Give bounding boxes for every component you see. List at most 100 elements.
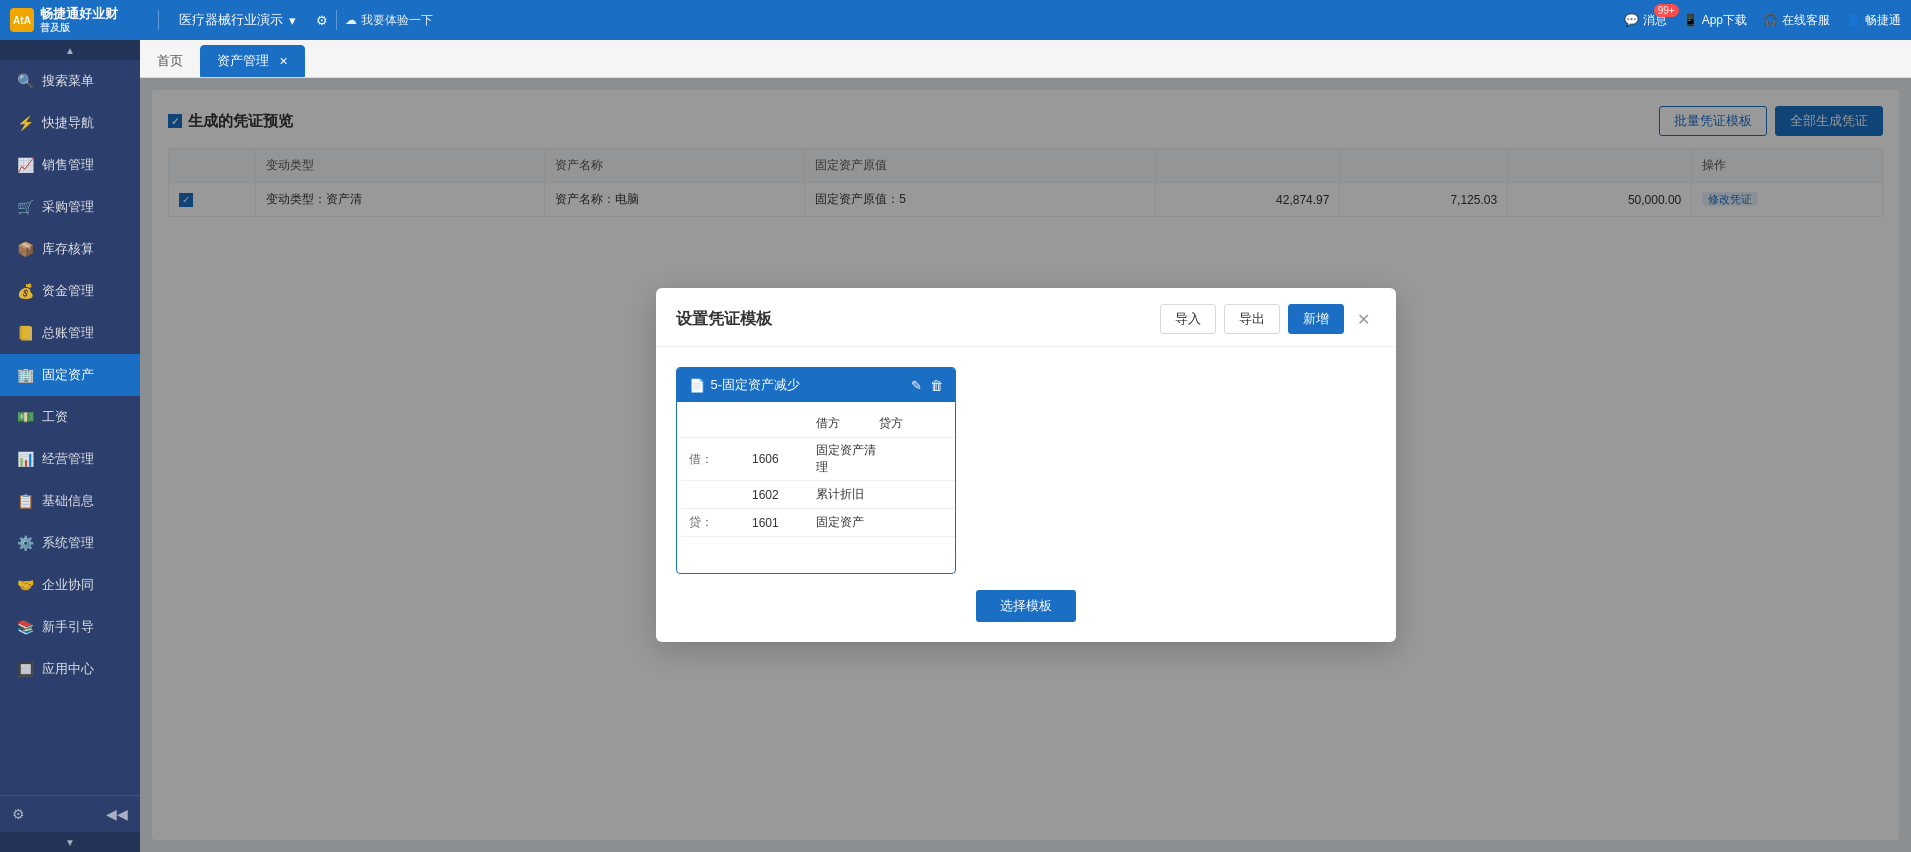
user-btn[interactable]: 👤 畅捷通	[1846, 12, 1901, 29]
online-service-btn[interactable]: 🎧 在线客服	[1763, 12, 1830, 29]
sidebar-scroll-down[interactable]: ▼	[0, 832, 140, 852]
sidebar-label-guide: 新手引导	[42, 618, 94, 636]
sidebar-item-sales[interactable]: 📈 销售管理	[0, 144, 140, 186]
modal-header-actions: 导入 导出 新增 ✕	[1160, 304, 1376, 334]
template-card: 📄 5-固定资产减少 ✎ 🗑	[676, 367, 956, 574]
template-entry-2: 1602 累计折旧	[677, 481, 955, 509]
sidebar-item-guide[interactable]: 📚 新手引导	[0, 606, 140, 648]
topbar-divider	[158, 10, 159, 30]
app-download-btn[interactable]: 📱 App下载	[1683, 12, 1747, 29]
modal-overlay: 设置凭证模板 导入 导出 新增 ✕ 📄	[140, 78, 1911, 852]
export-btn[interactable]: 导出	[1224, 304, 1280, 334]
template-entry-4	[677, 537, 955, 565]
template-select-wrap: 选择模板	[676, 590, 1376, 622]
sidebar-label-basic: 基础信息	[42, 492, 94, 510]
sidebar-label-search: 搜索菜单	[42, 72, 94, 90]
sidebar-item-search[interactable]: 🔍 搜索菜单	[0, 60, 140, 102]
template-id-name: 5-固定资产减少	[711, 376, 801, 394]
settings-bottom-icon[interactable]: ⚙	[12, 806, 25, 822]
modal-header: 设置凭证模板 导入 导出 新增 ✕	[656, 288, 1396, 347]
template-card-actions: ✎ 🗑	[911, 378, 943, 393]
sidebar-icon-apps: 🔲	[16, 660, 34, 678]
tab-assets[interactable]: 资产管理✕	[200, 45, 305, 77]
sidebar-icon-payroll: 💵	[16, 408, 34, 426]
sidebar-icon-basic: 📋	[16, 492, 34, 510]
logo-sub: 普及版	[40, 22, 118, 34]
page-content: ✓ 生成的凭证预览 批量凭证模板 全部生成凭证 变动类型 资产名称	[140, 78, 1911, 852]
sidebar-item-purchase[interactable]: 🛒 采购管理	[0, 186, 140, 228]
sidebar-item-quicknav[interactable]: ⚡ 快捷导航	[0, 102, 140, 144]
messages-btn[interactable]: 💬 消息 99+	[1624, 12, 1667, 29]
template-edit-icon[interactable]: ✎	[911, 378, 922, 393]
sidebar-icon-search: 🔍	[16, 72, 34, 90]
sidebar-item-inventory[interactable]: 📦 库存核算	[0, 228, 140, 270]
template-delete-icon[interactable]: 🗑	[930, 378, 943, 393]
template-card-header: 📄 5-固定资产减少 ✎ 🗑	[677, 368, 955, 402]
tab-label-home: 首页	[157, 52, 183, 70]
sidebar-item-payroll[interactable]: 💵 工资	[0, 396, 140, 438]
main-layout: ▲ 🔍 搜索菜单 ⚡ 快捷导航 📈 销售管理 🛒 采购管理 📦 库存核算 💰 资…	[0, 40, 1911, 852]
sidebar-label-ledger: 总账管理	[42, 324, 94, 342]
sidebar-icon-fixed: 🏢	[16, 366, 34, 384]
dropdown-icon: ▾	[289, 13, 296, 28]
topbar: AtA 畅捷通好业财 普及版 医疗器械行业演示 ▾ ⚙ ☁ 我要体验一下 💬 消…	[0, 0, 1911, 40]
sidebar-item-apps[interactable]: 🔲 应用中心	[0, 648, 140, 690]
sidebar-label-sales: 销售管理	[42, 156, 94, 174]
sidebar-label-apps: 应用中心	[42, 660, 94, 678]
sidebar-label-fixed: 固定资产	[42, 366, 94, 384]
sidebar-item-funds[interactable]: 💰 资金管理	[0, 270, 140, 312]
experience-btn[interactable]: ☁ 我要体验一下	[345, 12, 433, 29]
template-entry-header: 借方 贷方	[677, 410, 955, 438]
sidebar-icon-purchase: 🛒	[16, 198, 34, 216]
logo-icon: AtA	[10, 8, 34, 32]
sidebar-item-collab[interactable]: 🤝 企业协同	[0, 564, 140, 606]
sidebar-label-purchase: 采购管理	[42, 198, 94, 216]
sidebar-bottom: ⚙ ◀◀	[0, 795, 140, 832]
sidebar-item-system[interactable]: ⚙️ 系统管理	[0, 522, 140, 564]
sidebar-icon-inventory: 📦	[16, 240, 34, 258]
modal-body: 📄 5-固定资产减少 ✎ 🗑	[656, 347, 1396, 642]
template-entry-1: 借： 1606 固定资产清理	[677, 438, 955, 481]
logo-name: 畅捷通好业财	[40, 6, 118, 22]
sidebar-label-inventory: 库存核算	[42, 240, 94, 258]
topbar-company[interactable]: 医疗器械行业演示 ▾	[167, 11, 308, 29]
sidebar-icon-ledger: 📒	[16, 324, 34, 342]
sidebar-item-ledger[interactable]: 📒 总账管理	[0, 312, 140, 354]
sidebar-icon-funds: 💰	[16, 282, 34, 300]
tab-home[interactable]: 首页	[140, 45, 200, 77]
sidebar-item-fixed[interactable]: 🏢 固定资产	[0, 354, 140, 396]
template-select-btn[interactable]: 选择模板	[976, 590, 1076, 622]
sidebar-label-payroll: 工资	[42, 408, 68, 426]
settings-icon[interactable]: ⚙	[316, 13, 328, 28]
collapse-icon[interactable]: ◀◀	[106, 806, 128, 822]
new-btn[interactable]: 新增	[1288, 304, 1344, 334]
template-entry-3: 贷： 1601 固定资产	[677, 509, 955, 537]
logo: AtA 畅捷通好业财 普及版	[10, 6, 150, 34]
sidebar-icon-quicknav: ⚡	[16, 114, 34, 132]
sidebar-scroll-up[interactable]: ▲	[0, 40, 140, 60]
modal-close-btn[interactable]: ✕	[1352, 307, 1376, 331]
template-card-body: 借方 贷方 借： 1606 固定资产清理	[677, 402, 955, 573]
sidebar-icon-sales: 📈	[16, 156, 34, 174]
sidebar-icon-collab: 🤝	[16, 576, 34, 594]
tab-close-assets[interactable]: ✕	[279, 55, 288, 68]
sidebar-label-funds: 资金管理	[42, 282, 94, 300]
content-area: 首页资产管理✕ ✓ 生成的凭证预览 批量凭证模板 全部生成凭证	[140, 40, 1911, 852]
sidebar-item-operations[interactable]: 📊 经营管理	[0, 438, 140, 480]
sidebar-label-operations: 经营管理	[42, 450, 94, 468]
sidebar-label-collab: 企业协同	[42, 576, 94, 594]
messages-badge: 99+	[1654, 4, 1679, 17]
sidebar-label-quicknav: 快捷导航	[42, 114, 94, 132]
modal: 设置凭证模板 导入 导出 新增 ✕ 📄	[656, 288, 1396, 642]
modal-title: 设置凭证模板	[676, 309, 772, 330]
import-btn[interactable]: 导入	[1160, 304, 1216, 334]
sidebar-icon-operations: 📊	[16, 450, 34, 468]
sidebar-items: 🔍 搜索菜单 ⚡ 快捷导航 📈 销售管理 🛒 采购管理 📦 库存核算 💰 资金管…	[0, 60, 140, 690]
topbar-divider2	[336, 10, 337, 30]
tab-bar: 首页资产管理✕	[140, 40, 1911, 78]
sidebar-label-system: 系统管理	[42, 534, 94, 552]
sidebar-icon-system: ⚙️	[16, 534, 34, 552]
topbar-right: 💬 消息 99+ 📱 App下载 🎧 在线客服 👤 畅捷通	[1624, 12, 1901, 29]
sidebar-item-basic[interactable]: 📋 基础信息	[0, 480, 140, 522]
sidebar-icon-guide: 📚	[16, 618, 34, 636]
